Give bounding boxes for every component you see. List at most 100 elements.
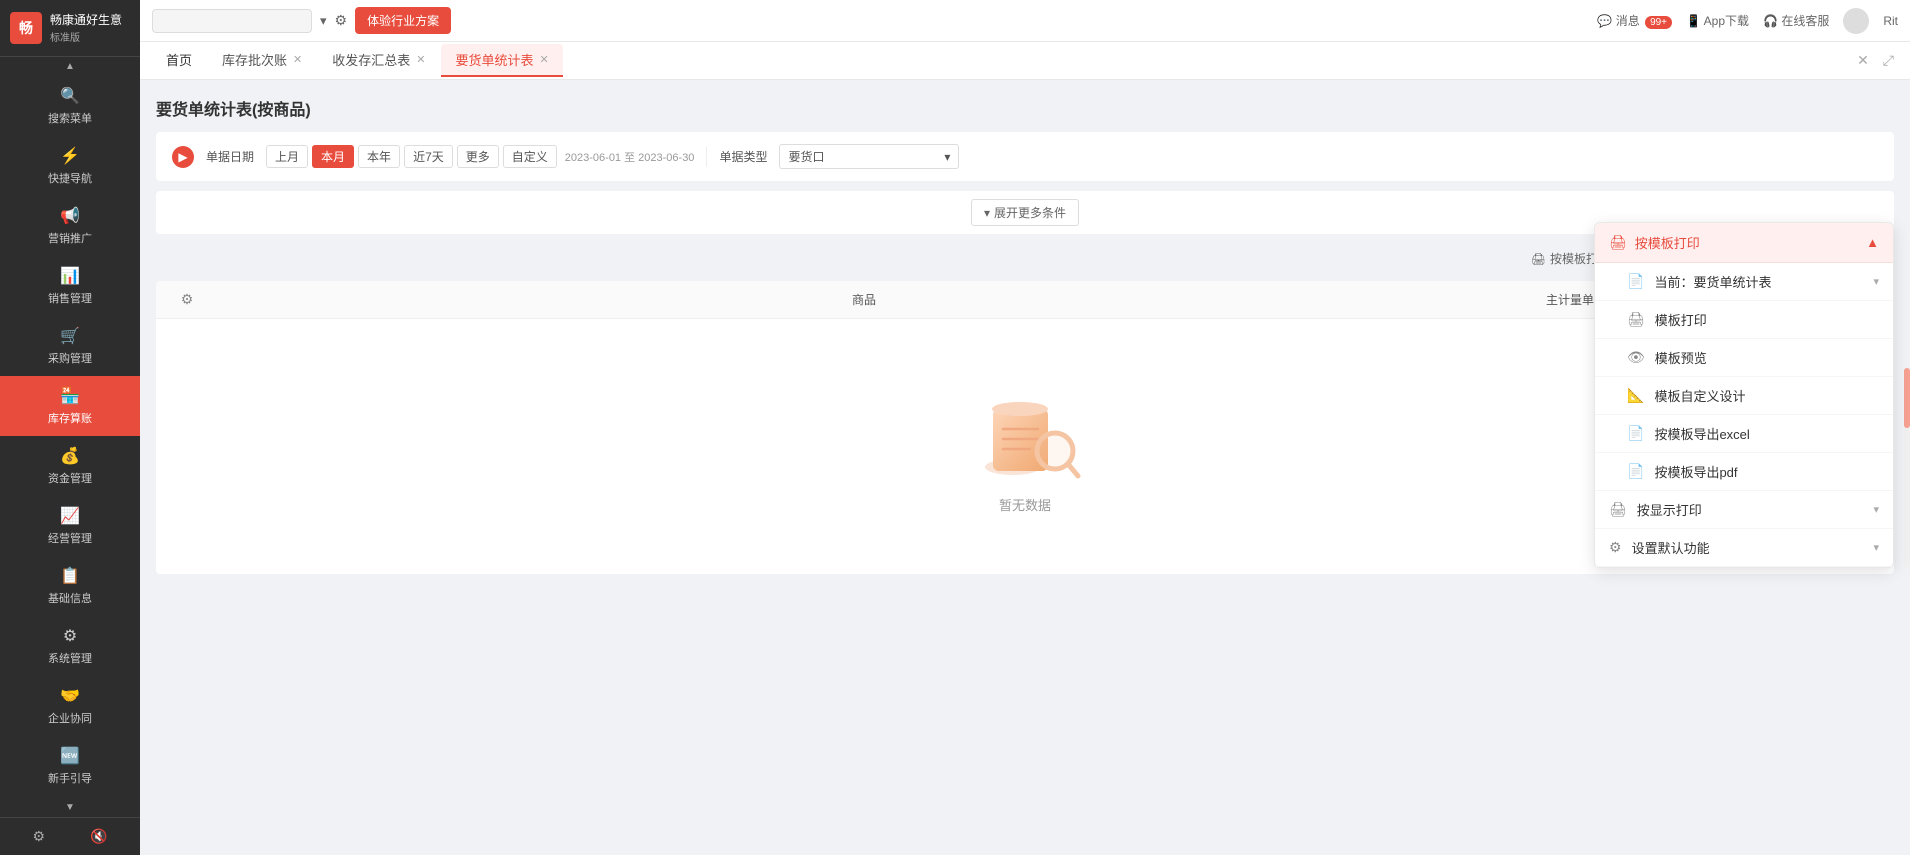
date-btn-more[interactable]: 更多 [457,145,499,168]
settings-footer-btn[interactable]: ⚙ [33,828,46,845]
app-logo: 畅 [10,12,42,44]
dp-default-func-arrow: ▾ [1873,541,1879,554]
inventory-icon: 🏪 [60,386,80,406]
sidebar-item-basic[interactable]: 📋 基础信息 [0,556,140,616]
page-title: 要货单统计表(按商品) [156,96,1894,120]
dp-default-func[interactable]: ⚙ 设置默认功能 ▾ [1595,529,1893,567]
date-btn-this-year[interactable]: 本年 [358,145,400,168]
sidebar-item-search[interactable]: 🔍 搜索菜单 [0,76,140,136]
dp-export-pdf[interactable]: 📄 按模板导出pdf [1595,453,1893,491]
sidebar-label-marketing: 营销推广 [48,230,92,246]
dp-template-print-label: 模板打印 [1655,310,1879,329]
tab-receipts-label: 收发存汇总表 [332,50,410,69]
sidebar-label-enterprise: 企业协同 [48,710,92,726]
dp-export-pdf-label: 按模板导出pdf [1654,462,1879,481]
guide-icon: 🆕 [60,746,80,766]
sidebar-label-sales: 销售管理 [48,290,92,306]
main-area: ▾ ⚙ 体验行业方案 💬 消息 99+ 📱 App下载 🎧 在线客服 Rit 首… [140,0,1910,855]
date-btn-last-month[interactable]: 上月 [266,145,308,168]
audio-footer-btn[interactable]: 🔇 [90,828,107,845]
search-icon: 🔍 [60,86,80,106]
date-btn-7days[interactable]: 近7天 [404,145,453,168]
dp-header-title: 按模板打印 [1635,233,1866,252]
date-range-display: 2023-06-01 至 2023-06-30 [565,149,695,165]
app-download-btn[interactable]: 📱 App下载 [1686,12,1749,29]
sidebar-item-operations[interactable]: 📈 经营管理 [0,496,140,556]
expand-icon: ▶ [178,150,187,164]
dp-template-preview-label: 模板预览 [1655,348,1879,367]
sidebar-label-search: 搜索菜单 [48,110,92,126]
right-scrollbar[interactable] [1904,368,1910,568]
sidebar-item-shortcut[interactable]: ⚡ 快捷导航 [0,136,140,196]
tab-maximize-btn[interactable]: ⤢ [1879,48,1898,73]
trial-btn[interactable]: 体验行业方案 [355,7,451,34]
more-filters-btn[interactable]: ▾ 展开更多条件 [971,199,1079,226]
dp-template-print[interactable]: 🖨 模板打印 [1595,301,1893,339]
user-avatar[interactable] [1843,8,1869,34]
print-template-dropdown: 🖨 按模板打印 ▲ 📄 当前：要货单统计表 ▾ 🖨 模板打印 👁 模板预览 [1594,222,1894,568]
dp-display-print[interactable]: 🖨 按显示打印 ▾ [1595,491,1893,529]
dp-default-func-icon: ⚙ [1609,539,1622,556]
empty-text: 暂无数据 [999,495,1051,514]
dp-export-excel[interactable]: 📄 按模板导出excel [1595,415,1893,453]
type-select[interactable]: 要货口 ▾ [779,144,959,169]
empty-svg [975,379,1085,489]
tab-receipts-close[interactable]: ✕ [416,53,425,66]
operations-icon: 📈 [60,506,80,526]
filter-divider [706,147,707,167]
tab-batch[interactable]: 库存批次账 ✕ [208,44,316,77]
dp-current-template[interactable]: 📄 当前：要货单统计表 ▾ [1595,263,1893,301]
dp-template-design-label: 模板自定义设计 [1654,386,1879,405]
sidebar-item-finance[interactable]: 💰 资金管理 [0,436,140,496]
date-buttons: 上月 本月 本年 近7天 更多 自定义 2023-06-01 至 2023-06… [266,145,694,168]
topbar-search-input[interactable] [152,9,312,33]
sidebar-label-basic: 基础信息 [48,590,92,606]
tab-receipts[interactable]: 收发存汇总表 ✕ [318,44,439,77]
dp-display-print-icon: 🖨 [1609,501,1627,518]
content-area: 要货单统计表(按商品) ▶ 单据日期 上月 本月 本年 近7天 更多 自定义 2… [140,80,1910,855]
dp-template-preview-icon: 👁 [1627,349,1645,366]
sidebar-label-shortcut: 快捷导航 [48,170,92,186]
dp-display-print-label: 按显示打印 [1637,500,1864,519]
topbar-actions: 💬 消息 99+ 📱 App下载 🎧 在线客服 Rit [1597,8,1898,34]
sidebar-scroll-down[interactable]: ▼ [0,798,140,817]
tab-order-stats-close[interactable]: ✕ [540,53,549,66]
sidebar-item-system[interactable]: ⚙ 系统管理 [0,616,140,676]
tabs-right-actions: ✕ ⤢ [1853,48,1898,73]
sidebar-item-guide[interactable]: 🆕 新手引导 [0,736,140,796]
sidebar-item-sales[interactable]: 📊 销售管理 [0,256,140,316]
dp-template-print-icon: 🖨 [1627,311,1645,328]
messages-icon: 💬 [1597,14,1612,28]
dp-header[interactable]: 🖨 按模板打印 ▲ [1595,223,1893,263]
dp-template-preview[interactable]: 👁 模板预览 [1595,339,1893,377]
sidebar-scroll-up[interactable]: ▲ [0,57,140,76]
finance-icon: 💰 [60,446,80,466]
sidebar: 畅 畅康通好生意 标准版 ▲ 🔍 搜索菜单 ⚡ 快捷导航 📢 营销推广 📊 销售… [0,0,140,855]
printer-icon: 🖨 [1531,252,1546,266]
sidebar-item-inventory[interactable]: 🏪 库存算账 [0,376,140,436]
filter-expand-btn[interactable]: ▶ [172,146,194,168]
tab-home[interactable]: 首页 [152,44,206,77]
messages-badge: 99+ [1645,16,1672,29]
messages-btn[interactable]: 💬 消息 99+ [1597,12,1672,29]
topbar-dropdown-btn[interactable]: ▾ [320,13,327,29]
online-service-btn[interactable]: 🎧 在线客服 [1763,12,1829,29]
tab-batch-close[interactable]: ✕ [293,53,302,66]
date-btn-this-month[interactable]: 本月 [312,145,354,168]
date-btn-custom[interactable]: 自定义 [503,145,557,168]
sidebar-label-operations: 经营管理 [48,530,92,546]
enterprise-icon: 🤝 [60,686,80,706]
type-select-value: 要货口 [788,148,824,165]
topbar-gear-icon[interactable]: ⚙ [335,12,348,29]
dp-header-arrow[interactable]: ▲ [1866,235,1879,250]
dp-default-func-label: 设置默认功能 [1632,538,1864,557]
sidebar-item-enterprise[interactable]: 🤝 企业协同 [0,676,140,736]
tab-order-stats[interactable]: 要货单统计表 ✕ [441,44,562,77]
sidebar-item-marketing[interactable]: 📢 营销推广 [0,196,140,256]
purchase-icon: 🛒 [60,326,80,346]
sidebar-item-purchase[interactable]: 🛒 采购管理 [0,316,140,376]
tab-close-all-btn[interactable]: ✕ [1853,48,1873,73]
column-settings-icon[interactable]: ⚙ [172,291,202,308]
dp-current-arrow: ▾ [1873,275,1879,288]
dp-template-design[interactable]: 📐 模板自定义设计 [1595,377,1893,415]
